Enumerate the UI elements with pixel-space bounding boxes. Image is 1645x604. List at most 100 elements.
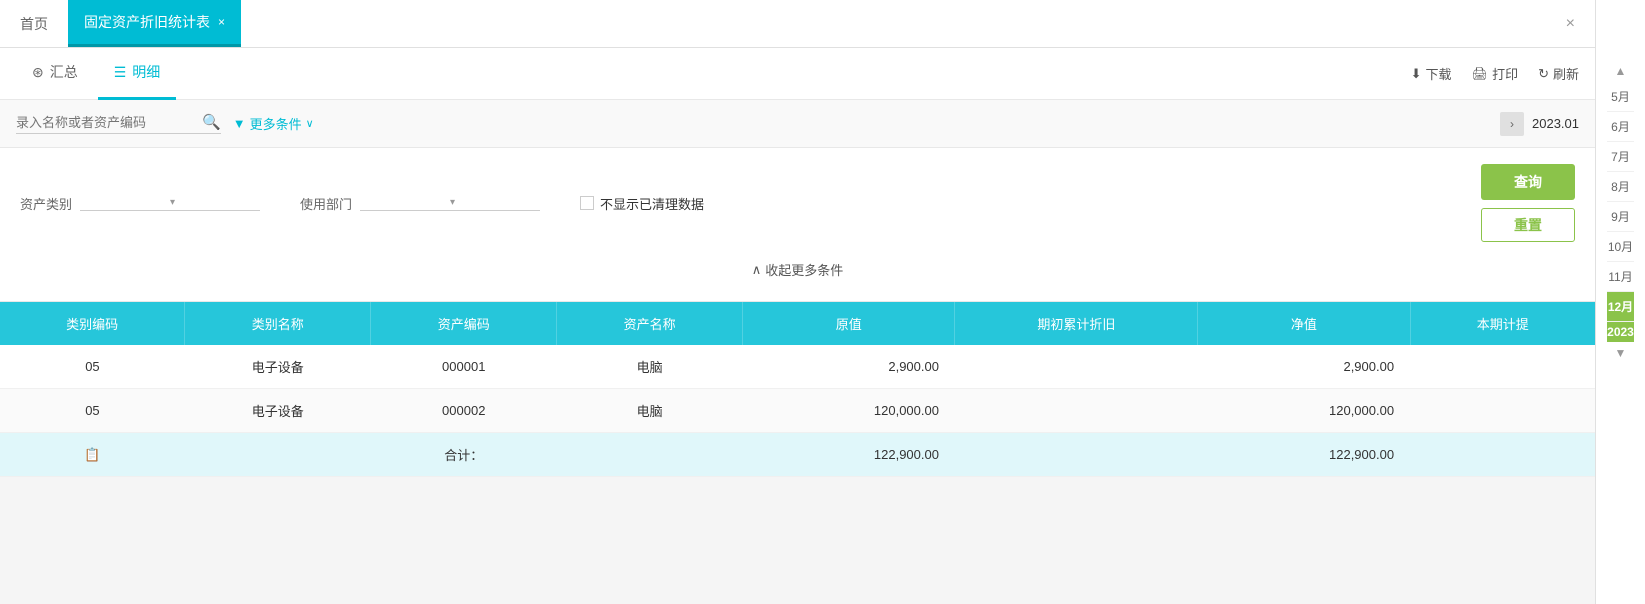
hide-cleared-checkbox[interactable]: 不显示已清理数据 bbox=[580, 194, 704, 213]
tab-summary-label: 汇总 bbox=[50, 62, 78, 82]
col-header-asset-name: 资产名称 bbox=[557, 302, 743, 345]
collapse-button[interactable]: ∧ 收起更多条件 bbox=[20, 254, 1575, 285]
month-item[interactable]: 9月 bbox=[1607, 202, 1634, 232]
cell-accumulated bbox=[955, 345, 1198, 389]
cell-net: 2,900.00 bbox=[1198, 345, 1410, 389]
toolbar-right: ⬇ 下载 🖨 打印 ↻ 刷新 bbox=[1411, 64, 1579, 83]
scroll-down-button[interactable]: ▼ bbox=[1596, 342, 1645, 364]
cell-current bbox=[1410, 389, 1595, 433]
year-badge[interactable]: 2023 bbox=[1607, 322, 1634, 342]
total-original: 122,900.00 bbox=[743, 433, 955, 477]
chevron-down-icon: ▾ bbox=[450, 197, 540, 208]
total-icon: 📋 bbox=[0, 433, 185, 477]
month-item[interactable]: 5月 bbox=[1607, 82, 1634, 112]
nav-tab-fixed-assets[interactable]: 固定资产折旧统计表 × bbox=[68, 0, 241, 47]
data-table-container: 类别编码 类别名称 资产编码 资产名称 原值 期初累计折旧 净值 本期计提 05… bbox=[0, 302, 1595, 477]
total-net: 122,900.00 bbox=[1198, 433, 1410, 477]
asset-category-select[interactable]: ▾ bbox=[80, 195, 260, 211]
cell-accumulated bbox=[955, 389, 1198, 433]
refresh-icon: ↻ bbox=[1538, 66, 1549, 82]
print-label: 打印 bbox=[1492, 64, 1518, 83]
download-icon: ⬇ bbox=[1411, 66, 1422, 82]
col-header-code: 类别编码 bbox=[0, 302, 185, 345]
search-icon[interactable]: 🔍 bbox=[202, 113, 221, 131]
month-item[interactable]: 8月 bbox=[1607, 172, 1634, 202]
tab-detail-label: 明细 bbox=[132, 62, 160, 82]
cell-net: 120,000.00 bbox=[1198, 389, 1410, 433]
filter-arrow: › 2023.01 bbox=[1500, 112, 1579, 136]
right-panel: ▲ 5月6月7月8月9月10月11月12月2023 ▼ bbox=[1595, 0, 1645, 604]
filter-bar: 🔍 ▼ 更多条件 ∨ › 2023.01 bbox=[0, 100, 1595, 148]
month-item[interactable]: 10月 bbox=[1607, 232, 1634, 262]
use-department-label: 使用部门 bbox=[300, 194, 352, 213]
nav-tab-label: 固定资产折旧统计表 bbox=[84, 12, 210, 32]
search-input[interactable] bbox=[16, 115, 196, 130]
chevron-up-icon: ∧ bbox=[752, 262, 762, 278]
print-button[interactable]: 🖨 打印 bbox=[1472, 64, 1519, 83]
month-item[interactable]: 7月 bbox=[1607, 142, 1634, 172]
more-filter-label: 更多条件 bbox=[250, 114, 302, 133]
total-accumulated bbox=[955, 433, 1198, 477]
hide-cleared-label: 不显示已清理数据 bbox=[600, 194, 704, 213]
cell-code: 05 bbox=[0, 389, 185, 433]
col-header-net: 净值 bbox=[1198, 302, 1410, 345]
filter-buttons: 查询 重置 bbox=[1481, 164, 1575, 242]
cell-code: 05 bbox=[0, 345, 185, 389]
detail-icon: ☰ bbox=[114, 64, 127, 81]
query-button[interactable]: 查询 bbox=[1481, 164, 1575, 200]
cell-asset-code: 000002 bbox=[371, 389, 557, 433]
cell-asset-name: 电脑 bbox=[557, 389, 743, 433]
asset-category-field: 资产类别 ▾ bbox=[20, 194, 260, 213]
print-icon: 🖨 bbox=[1472, 66, 1489, 82]
collapse-arrow-button[interactable]: › bbox=[1500, 112, 1524, 136]
table-row: 05 电子设备 000002 电脑 120,000.00 120,000.00 bbox=[0, 389, 1595, 433]
more-filter-button[interactable]: ▼ 更多条件 ∨ bbox=[233, 114, 314, 133]
use-department-field: 使用部门 ▾ bbox=[300, 194, 540, 213]
nav-close-button[interactable]: × bbox=[1546, 15, 1595, 33]
total-label: 合计： bbox=[185, 433, 743, 477]
checkbox-box[interactable] bbox=[580, 196, 594, 210]
month-item[interactable]: 6月 bbox=[1607, 112, 1634, 142]
cell-category: 电子设备 bbox=[185, 389, 371, 433]
reset-button[interactable]: 重置 bbox=[1481, 208, 1575, 242]
download-label: 下载 bbox=[1426, 64, 1452, 83]
tab-summary[interactable]: ⊛ 汇总 bbox=[16, 48, 94, 100]
data-table: 类别编码 类别名称 资产编码 资产名称 原值 期初累计折旧 净值 本期计提 05… bbox=[0, 302, 1595, 477]
col-header-current: 本期计提 bbox=[1410, 302, 1595, 345]
col-header-asset-code: 资产编码 bbox=[371, 302, 557, 345]
table-row: 05 电子设备 000001 电脑 2,900.00 2,900.00 bbox=[0, 345, 1595, 389]
date-label: 2023.01 bbox=[1532, 116, 1579, 131]
cell-asset-code: 000001 bbox=[371, 345, 557, 389]
scroll-up-button[interactable]: ▲ bbox=[1596, 60, 1645, 82]
filter-icon: ▼ bbox=[233, 116, 246, 131]
col-header-category: 类别名称 bbox=[185, 302, 371, 345]
summary-icon: ⊛ bbox=[32, 64, 44, 81]
search-box: 🔍 bbox=[16, 113, 221, 134]
cell-category: 电子设备 bbox=[185, 345, 371, 389]
toolbar: ⊛ 汇总 ☰ 明细 ⬇ 下载 🖨 打印 ↻ 刷新 bbox=[0, 48, 1595, 100]
table-header-row: 类别编码 类别名称 资产编码 资产名称 原值 期初累计折旧 净值 本期计提 bbox=[0, 302, 1595, 345]
col-header-original: 原值 bbox=[743, 302, 955, 345]
month-item[interactable]: 12月 bbox=[1607, 292, 1634, 322]
asset-category-label: 资产类别 bbox=[20, 194, 72, 213]
chevron-down-icon: ∨ bbox=[306, 117, 314, 130]
cell-original: 120,000.00 bbox=[743, 389, 955, 433]
nav-tab-close[interactable]: × bbox=[218, 15, 225, 29]
cell-current bbox=[1410, 345, 1595, 389]
advanced-filter-panel: 资产类别 ▾ 使用部门 ▾ 不显示已清理数据 查询 重置 bbox=[0, 148, 1595, 302]
adv-filter-row: 资产类别 ▾ 使用部门 ▾ 不显示已清理数据 查询 重置 bbox=[20, 164, 1575, 242]
download-button[interactable]: ⬇ 下载 bbox=[1411, 64, 1452, 83]
refresh-label: 刷新 bbox=[1553, 64, 1579, 83]
table-total-row: 📋 合计： 122,900.00 122,900.00 bbox=[0, 433, 1595, 477]
cell-asset-name: 电脑 bbox=[557, 345, 743, 389]
cell-original: 2,900.00 bbox=[743, 345, 955, 389]
col-header-accumulated: 期初累计折旧 bbox=[955, 302, 1198, 345]
tab-detail[interactable]: ☰ 明细 bbox=[98, 48, 177, 100]
collapse-label: 收起更多条件 bbox=[765, 260, 843, 279]
use-department-select[interactable]: ▾ bbox=[360, 195, 540, 211]
refresh-button[interactable]: ↻ 刷新 bbox=[1538, 64, 1579, 83]
month-item[interactable]: 11月 bbox=[1607, 262, 1634, 292]
total-current bbox=[1410, 433, 1595, 477]
top-nav: 首页 固定资产折旧统计表 × × bbox=[0, 0, 1595, 48]
nav-home[interactable]: 首页 bbox=[0, 0, 68, 47]
